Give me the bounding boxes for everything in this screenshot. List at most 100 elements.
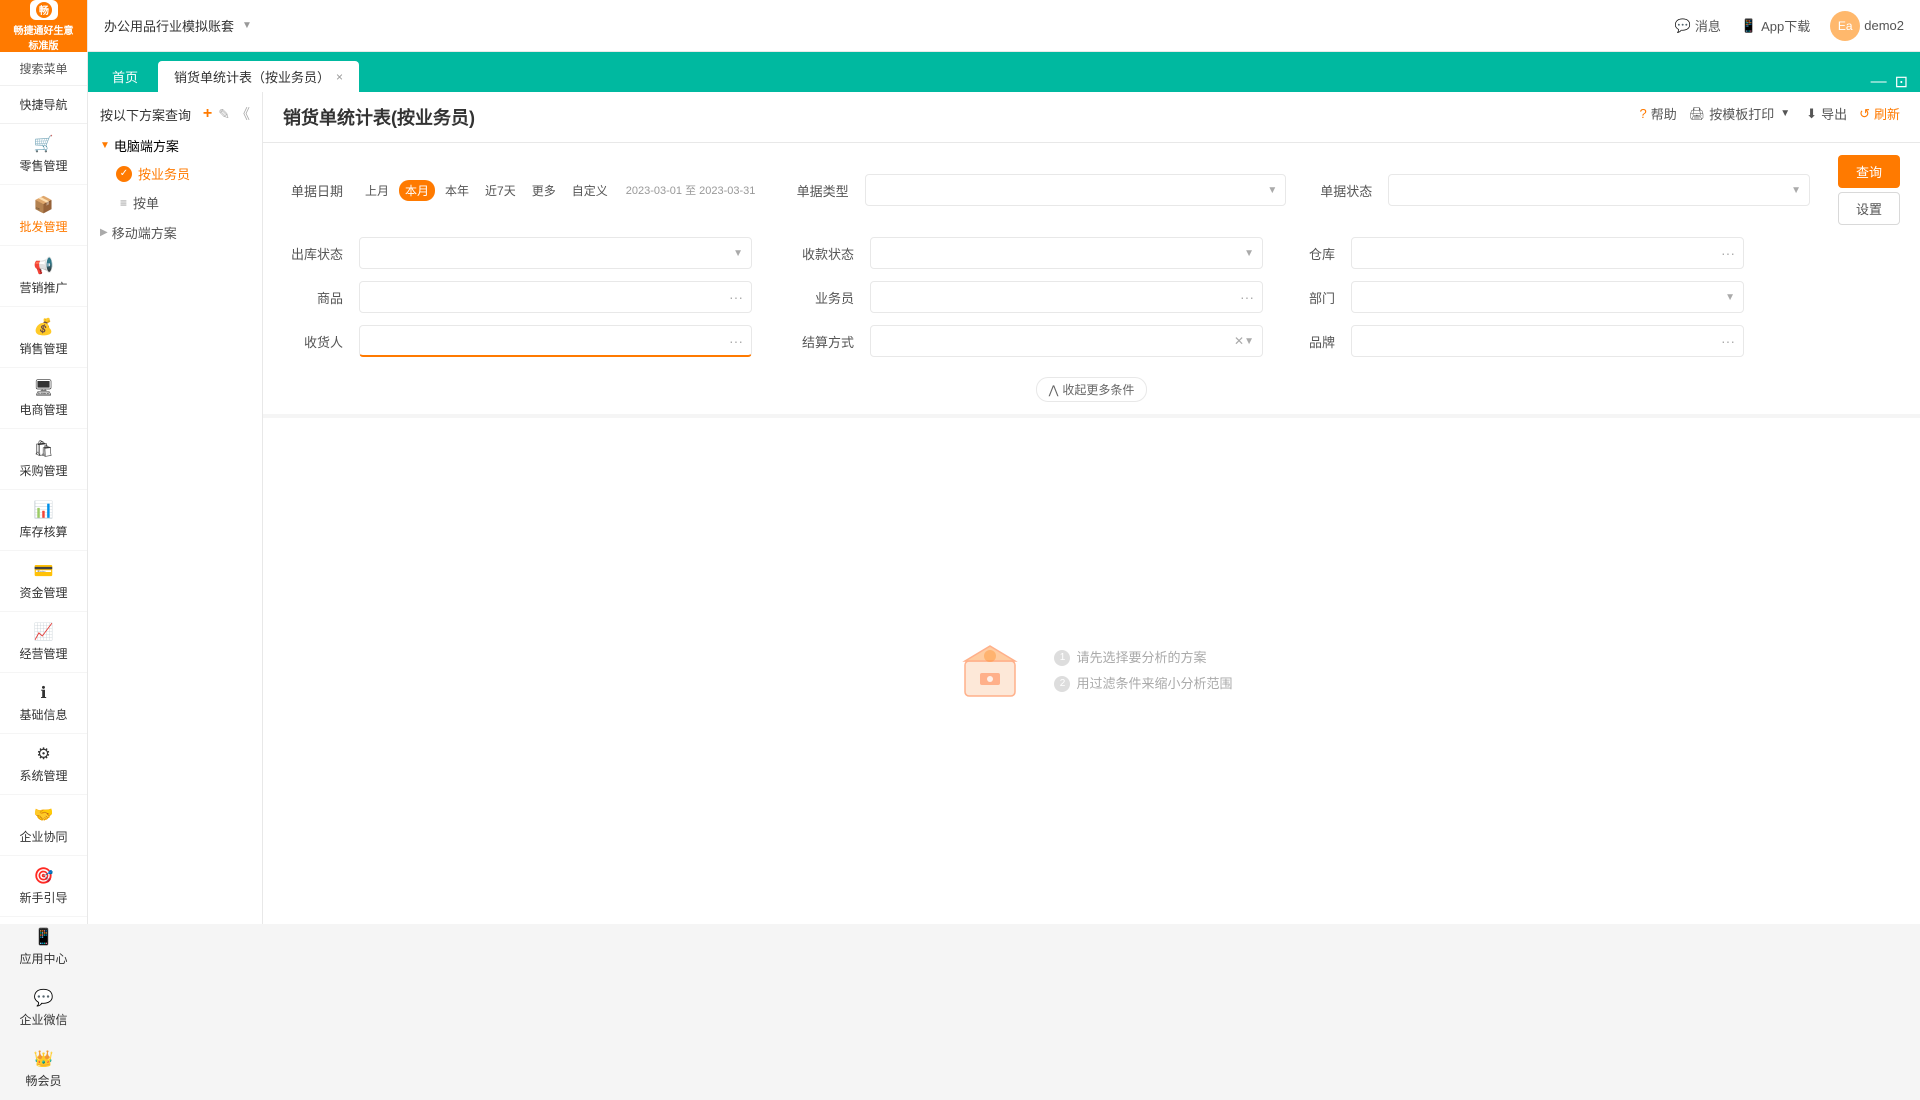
goods-field[interactable]: ···: [359, 281, 752, 313]
settle-clear-btn[interactable]: ✕: [1234, 334, 1244, 348]
brand-field[interactable]: ···: [1351, 325, 1744, 357]
marketing-label: 营销推广: [19, 279, 67, 296]
collapse-btn[interactable]: ⋀ 收起更多条件: [1036, 377, 1148, 402]
goods-label: 商品: [283, 288, 343, 307]
appcenter-icon: 📱: [34, 927, 54, 947]
warehouse-field[interactable]: ···: [1351, 237, 1744, 269]
sidebar-item-guide[interactable]: 🎯 新手引导: [0, 856, 87, 917]
app-logo: 畅 畅捷通好生意 标准版: [0, 0, 87, 52]
receipt-status-label: 收款状态: [784, 244, 854, 263]
print-btn[interactable]: 🖨 按模板打印: [1689, 104, 1775, 123]
tab-active-label: 销货单统计表（按业务员）: [174, 67, 330, 86]
left-panel-header: 按以下方案查询 + ✎ 《: [88, 104, 262, 132]
dept-dropdown[interactable]: ▼: [1351, 281, 1744, 313]
sidebar-item-marketing[interactable]: 📢 营销推广: [0, 246, 87, 307]
basics-label: 基础信息: [19, 706, 67, 723]
app-sublabel: 标准版: [29, 37, 59, 52]
receipt-status-dropdown[interactable]: ▼: [870, 237, 1263, 269]
search-menu-label[interactable]: 搜索菜单: [19, 60, 67, 77]
app-download-btn[interactable]: 📱 App下载: [1741, 16, 1810, 35]
page-title-actions: ? 帮助 🖨 按模板打印 ▼ ⬇ 导出: [1639, 104, 1900, 123]
ecommerce-icon: 🖥: [33, 378, 53, 398]
refresh-btn[interactable]: ↺ 刷新: [1859, 104, 1900, 123]
type-dropdown[interactable]: ▼: [865, 174, 1287, 206]
collapse-panel-btn[interactable]: 《: [236, 104, 250, 124]
tab-close-btn[interactable]: ×: [336, 70, 343, 84]
sidebar-item-purchase[interactable]: 🛍 采购管理: [0, 429, 87, 490]
receiver-field[interactable]: ···: [359, 325, 752, 357]
tab-active[interactable]: 销货单统计表（按业务员） ×: [158, 61, 359, 92]
finance-icon: 💳: [34, 561, 54, 581]
settle-dropdown[interactable]: ✕ ▼: [870, 325, 1263, 357]
date-btn-thisyear[interactable]: 本年: [439, 180, 475, 201]
sidebar-item-basics[interactable]: ℹ 基础信息: [0, 673, 87, 734]
user-avatar-btn[interactable]: Ea demo2: [1830, 11, 1904, 41]
type-arrow: ▼: [1267, 185, 1277, 196]
tab-minimize-icon[interactable]: —: [1871, 73, 1887, 91]
date-btn-custom[interactable]: 自定义: [566, 180, 614, 201]
warehouse-dots: ···: [1721, 245, 1735, 261]
sidebar-item-enterprise[interactable]: 🤝 企业协同: [0, 795, 87, 856]
left-panel: 按以下方案查询 + ✎ 《 ▼ 电脑端方案 ✓ 按业务员 ≡ 按单 ▶: [88, 92, 263, 924]
salesman-field[interactable]: ···: [870, 281, 1263, 313]
wholesale-label: 批发管理: [19, 218, 67, 235]
sidebar-item-inventory[interactable]: 📊 库存核算: [0, 490, 87, 551]
basics-icon: ℹ: [40, 683, 46, 703]
scheme-by-order[interactable]: ≡ 按单: [88, 188, 262, 217]
account-dropdown-arrow[interactable]: ▼: [242, 20, 252, 31]
guide-label: 新手引导: [19, 889, 67, 906]
enterprise-icon: 🤝: [34, 805, 54, 825]
mobile-scheme-group[interactable]: ▶ 移动端方案: [88, 217, 262, 248]
member-icon: 👑: [34, 1049, 54, 1069]
query-button[interactable]: 查询: [1838, 155, 1900, 188]
sidebar-item-finance[interactable]: 💳 资金管理: [0, 551, 87, 612]
desktop-scheme-group: ▼ 电脑端方案: [88, 132, 262, 159]
add-scheme-btn[interactable]: +: [203, 105, 212, 123]
tab-maximize-icon[interactable]: ⊡: [1895, 72, 1908, 92]
sidebar-item-system[interactable]: ⚙ 系统管理: [0, 734, 87, 795]
edit-scheme-btn[interactable]: ✎: [218, 106, 230, 123]
setting-button[interactable]: 设置: [1838, 192, 1900, 225]
sidebar: 畅 畅捷通好生意 标准版 搜索菜单 快捷导航 🛒 零售管理 📦 批发管理 📢 营…: [0, 0, 88, 924]
sales-icon: 💰: [34, 317, 54, 337]
sidebar-item-ecommerce[interactable]: 🖥 电商管理: [0, 368, 87, 429]
refresh-icon: ↺: [1859, 106, 1870, 122]
scheme-by-salesman[interactable]: ✓ 按业务员: [88, 159, 262, 188]
filter-row-2: 出库状态 ▼ 收款状态 ▼ 仓库 ···: [283, 237, 1900, 269]
date-btn-more[interactable]: 更多: [526, 180, 562, 201]
date-range-display: 2023-03-01 至 2023-03-31: [626, 182, 756, 198]
sidebar-item-appcenter[interactable]: 📱 应用中心: [0, 917, 87, 978]
tab-home[interactable]: 首页: [96, 61, 154, 92]
message-label: 消息: [1695, 16, 1721, 35]
wholesale-icon: 📦: [34, 195, 54, 215]
date-btn-thismonth[interactable]: 本月: [399, 180, 435, 201]
sidebar-item-wechat[interactable]: 💬 企业微信: [0, 978, 87, 1039]
out-status-label: 出库状态: [283, 244, 343, 263]
quick-nav-item[interactable]: 快捷导航: [0, 86, 87, 124]
date-btn-lastmonth[interactable]: 上月: [359, 180, 395, 201]
print-icon: 🖨: [1689, 106, 1706, 122]
empty-step-1: 1 请先选择要分析的方案: [1054, 645, 1232, 671]
receipt-status-arrow: ▼: [1244, 248, 1254, 259]
status-dropdown[interactable]: ▼: [1388, 174, 1810, 206]
mobile-group-icon: ▶: [100, 227, 108, 238]
retail-label: 零售管理: [19, 157, 67, 174]
sidebar-item-sales[interactable]: 💰 销售管理: [0, 307, 87, 368]
out-status-dropdown[interactable]: ▼: [359, 237, 752, 269]
purchase-icon: 🛍: [33, 439, 53, 459]
sidebar-item-wholesale[interactable]: 📦 批发管理: [0, 185, 87, 246]
sidebar-item-operations[interactable]: 📈 经营管理: [0, 612, 87, 673]
sidebar-item-retail[interactable]: 🛒 零售管理: [0, 124, 87, 185]
settle-arrow: ▼: [1244, 336, 1254, 347]
print-dropdown-arrow[interactable]: ▼: [1776, 108, 1794, 119]
left-panel-title: 按以下方案查询: [100, 105, 191, 124]
group-collapse-icon[interactable]: ▼: [100, 140, 110, 151]
collapse-bar: ⋀ 收起更多条件: [283, 369, 1900, 402]
date-btn-7days[interactable]: 近7天: [479, 180, 522, 201]
export-label: 导出: [1821, 104, 1847, 123]
help-btn[interactable]: ? 帮助: [1639, 104, 1676, 123]
receiver-dots: ···: [729, 333, 743, 349]
sidebar-item-member[interactable]: 👑 畅会员: [0, 1039, 87, 1100]
export-btn[interactable]: ⬇ 导出: [1806, 104, 1847, 123]
message-btn[interactable]: 💬 消息: [1675, 16, 1721, 35]
